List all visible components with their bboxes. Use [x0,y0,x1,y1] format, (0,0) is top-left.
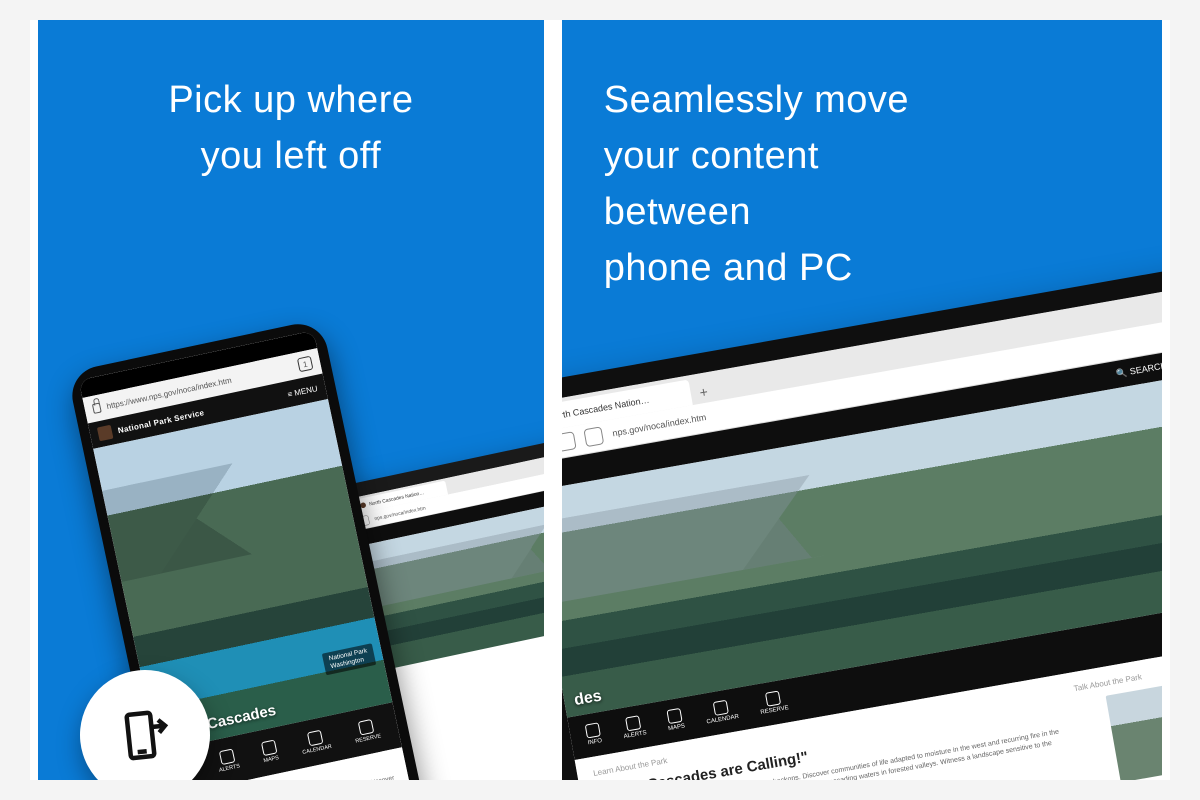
left-panel: Pick up where you left off North Cascade… [38,20,544,780]
nav-info[interactable]: INFO [585,723,603,747]
right-headline-l4: phone and PC [604,247,853,289]
right-headline-l2: your content [604,135,819,177]
nav-reserve[interactable]: RESERVE [757,690,789,717]
nav-reserve[interactable]: RESERVE [352,718,382,745]
nav-maps[interactable]: MAPS [260,739,280,764]
refresh-icon[interactable] [583,426,604,447]
forward-icon[interactable] [562,431,577,452]
phone-tab-count[interactable]: 1 [297,356,314,373]
lock-icon [92,403,102,414]
nav-maps[interactable]: MAPS [665,708,686,733]
nav-alerts[interactable]: ALERTS [620,715,647,741]
promo-stage: Pick up where you left off North Cascade… [30,20,1170,780]
site-menu-button[interactable]: ≡ MENU [287,384,319,399]
nav-alerts[interactable]: ALERTS [215,748,240,774]
right-panel: Seamlessly move your content between pho… [562,20,1162,780]
right-headline: Seamlessly move your content between pho… [562,72,1162,296]
nav-calendar[interactable]: CALENDAR [703,699,739,726]
site-search-button[interactable]: 🔍 SEARCH [1115,360,1162,380]
right-headline-l3: between [604,191,751,233]
left-headline-l2: you left off [201,135,382,177]
tablet-camera-icon [839,318,888,336]
continue-on-pc-icon [113,703,177,767]
nps-logo-icon [97,425,114,442]
left-headline: Pick up where you left off [38,72,544,184]
right-headline-l1: Seamlessly move [604,79,909,121]
phone-hero-tag: National ParkWashington [322,643,376,675]
left-headline-l1: Pick up where [168,79,413,121]
nav-calendar[interactable]: CALENDAR [299,728,333,756]
tablet-device: North Cascades Nation… + nps.gov/noca/in… [562,258,1162,780]
